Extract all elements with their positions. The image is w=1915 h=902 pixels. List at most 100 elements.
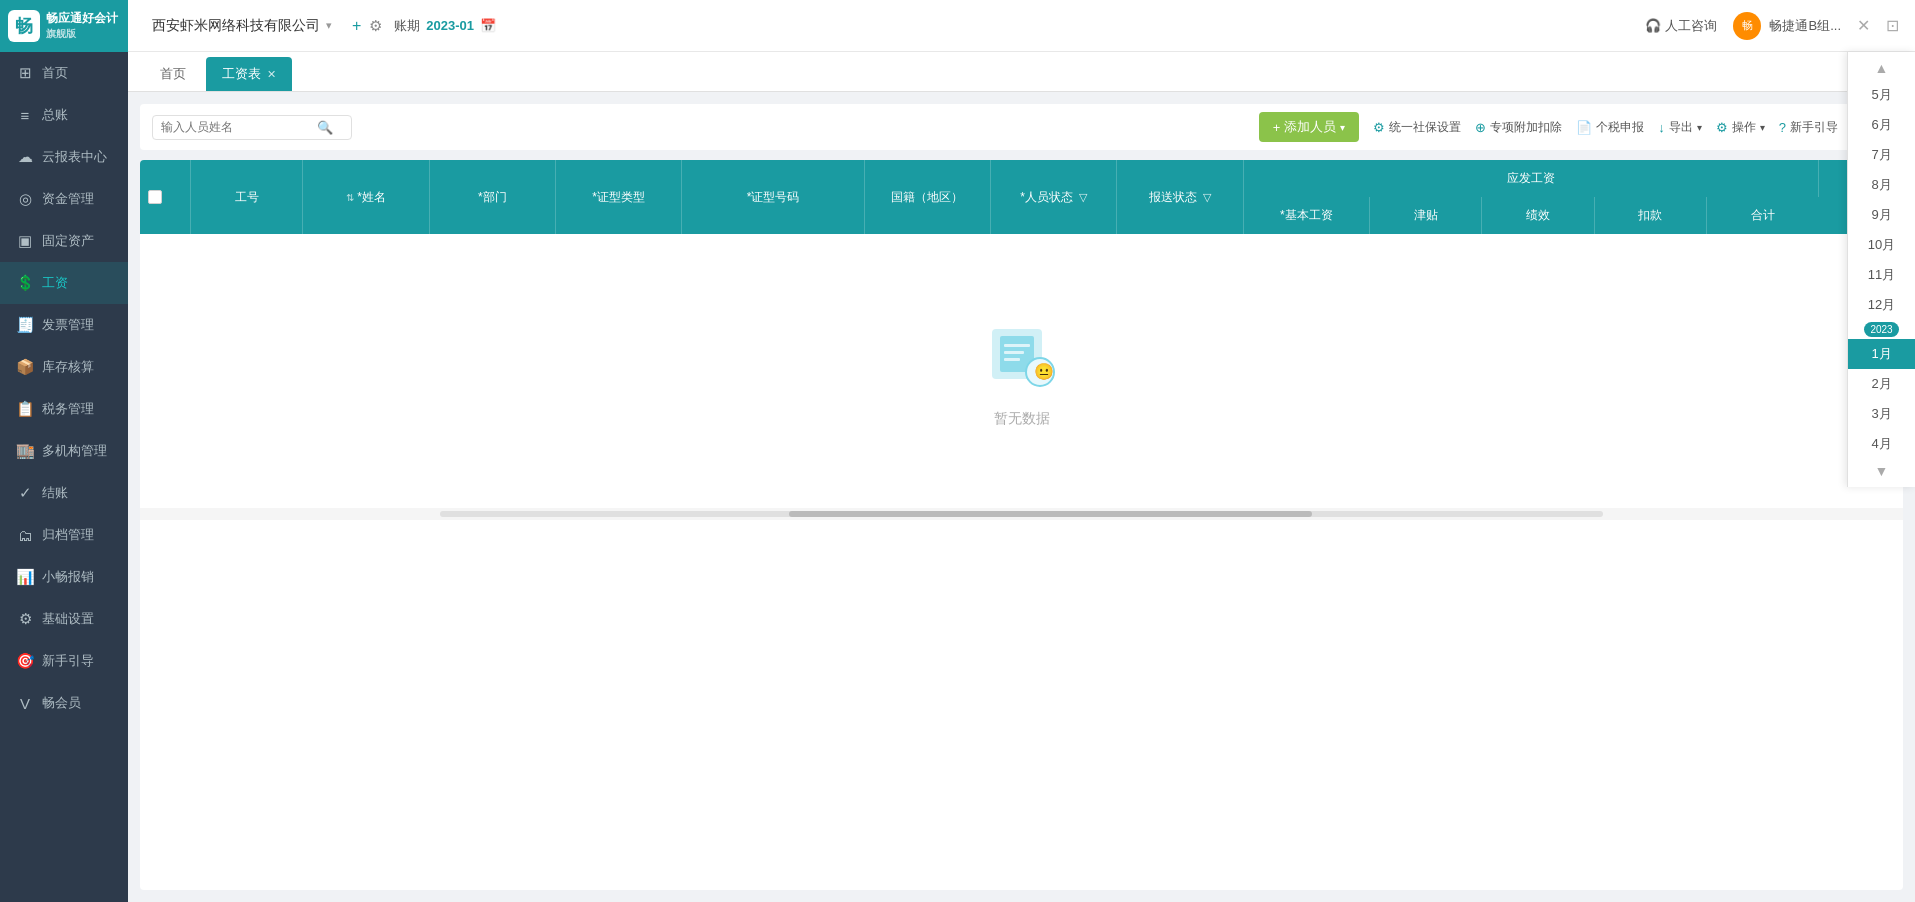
th-id-number: *证型号码 <box>682 160 864 234</box>
select-all-checkbox[interactable] <box>148 190 162 204</box>
calendar-icon[interactable]: 📅 <box>480 18 496 33</box>
date-month-5[interactable]: 5月 <box>1848 80 1915 110</box>
date-month-2[interactable]: 2月 <box>1848 369 1915 399</box>
horizontal-scrollbar[interactable] <box>140 508 1903 520</box>
sidebar-item-fund[interactable]: ◎ 资金管理 <box>0 178 128 220</box>
export-btn[interactable]: ↓ 导出 ▾ <box>1658 119 1702 136</box>
tab-close-icon[interactable]: ✕ <box>267 68 276 81</box>
salary-table: 工号 ⇅ *姓名 *部门 *证型类型 *证型号码 <box>140 160 1903 508</box>
add-person-button[interactable]: + 添加人员 ▾ <box>1259 112 1360 142</box>
salary-table-wrapper: 工号 ⇅ *姓名 *部门 *证型类型 *证型号码 <box>140 160 1903 890</box>
tab-home[interactable]: 首页 <box>144 57 202 91</box>
topbar-right: 🎧 人工咨询 畅 畅捷通B组... ✕ ⊡ <box>1645 12 1899 40</box>
support-btn[interactable]: 🎧 人工咨询 <box>1645 17 1717 35</box>
th-report-status: 报送状态 ▽ <box>1117 160 1243 234</box>
logo-icon: 畅 <box>8 10 40 42</box>
date-month-6[interactable]: 6月 <box>1848 110 1915 140</box>
home-icon: ⊞ <box>16 64 34 82</box>
sidebar-item-ledger[interactable]: ≡ 总账 <box>0 94 128 136</box>
sidebar-item-settings[interactable]: ⚙ 基础设置 <box>0 598 128 640</box>
svg-text:😐: 😐 <box>1034 362 1054 381</box>
guide-icon: 🎯 <box>16 652 34 670</box>
close-window-btn[interactable]: ✕ <box>1857 16 1870 35</box>
add-company-icon[interactable]: + <box>352 17 361 35</box>
empty-icon: 😐 <box>982 314 1062 394</box>
plus-circle-icon: ⊕ <box>1475 120 1486 135</box>
sidebar-item-fixed-assets[interactable]: ▣ 固定资产 <box>0 220 128 262</box>
fund-icon: ◎ <box>16 190 34 208</box>
company-name: 西安虾米网络科技有限公司 <box>152 17 320 35</box>
th-base-salary: *基本工资 <box>1243 197 1369 234</box>
date-month-11[interactable]: 11月 <box>1848 260 1915 290</box>
th-nationality: 国籍（地区） <box>864 160 990 234</box>
maximize-window-btn[interactable]: ⊡ <box>1886 16 1899 35</box>
tab-home-label: 首页 <box>160 65 186 83</box>
date-month-3[interactable]: 3月 <box>1848 399 1915 429</box>
empty-text: 暂无数据 <box>994 410 1050 428</box>
user-area: 畅 畅捷通B组... <box>1733 12 1841 40</box>
date-month-12[interactable]: 12月 <box>1848 290 1915 320</box>
th-id-type: *证型类型 <box>555 160 681 234</box>
sidebar-item-tax[interactable]: 📋 税务管理 <box>0 388 128 430</box>
th-employee-id: 工号 <box>191 160 303 234</box>
sidebar-item-inventory[interactable]: 📦 库存核算 <box>0 346 128 388</box>
company-selector[interactable]: 西安虾米网络科技有限公司 ▾ <box>144 13 340 39</box>
tax-report-btn[interactable]: 📄 个税申报 <box>1576 119 1644 136</box>
sidebar-item-salary[interactable]: 💲 工资 <box>0 262 128 304</box>
app-logo: 畅 畅应通好会计 旗舰版 <box>0 0 128 52</box>
sidebar-item-invoice[interactable]: 🧾 发票管理 <box>0 304 128 346</box>
search-input[interactable] <box>161 120 311 134</box>
toolbar-right: + 添加人员 ▾ ⚙ 统一社保设置 ⊕ 专项附加扣除 📄 个税申报 ↓ <box>1259 112 1891 142</box>
sort-icon: ⇅ <box>346 192 354 203</box>
social-security-btn[interactable]: ⚙ 统一社保设置 <box>1373 119 1461 136</box>
membership-icon: V <box>16 695 34 712</box>
settings-company-icon[interactable]: ⚙ <box>369 17 382 35</box>
scrollbar-thumb[interactable] <box>789 511 1312 517</box>
logo-text: 畅应通好会计 旗舰版 <box>46 11 118 41</box>
search-box[interactable]: 🔍 <box>152 115 352 140</box>
salary-icon: 💲 <box>16 274 34 292</box>
multi-org-icon: 🏬 <box>16 442 34 460</box>
operations-btn[interactable]: ⚙ 操作 ▾ <box>1716 119 1765 136</box>
date-month-4[interactable]: 4月 <box>1848 429 1915 459</box>
inventory-icon: 📦 <box>16 358 34 376</box>
cloud-icon: ☁ <box>16 148 34 166</box>
sidebar-item-expense[interactable]: 📊 小畅报销 <box>0 556 128 598</box>
ledger-icon: ≡ <box>16 107 34 124</box>
special-deduction-btn[interactable]: ⊕ 专项附加扣除 <box>1475 119 1562 136</box>
sidebar-item-archive[interactable]: 🗂 归档管理 <box>0 514 128 556</box>
th-performance: 绩效 <box>1482 197 1594 234</box>
checkmark-icon: ✓ <box>16 484 34 502</box>
sidebar-item-guide[interactable]: 🎯 新手引导 <box>0 640 128 682</box>
tax-icon: 📋 <box>16 400 34 418</box>
date-month-7[interactable]: 7月 <box>1848 140 1915 170</box>
sidebar-item-home[interactable]: ⊞ 首页 <box>0 52 128 94</box>
th-payable-wages-group: 应发工资 <box>1243 160 1818 197</box>
salary-toolbar: 🔍 + 添加人员 ▾ ⚙ 统一社保设置 ⊕ 专项附加扣除 📄 <box>140 104 1903 150</box>
date-nav-up[interactable]: ▲ <box>1875 56 1889 80</box>
status-filter-icon[interactable]: ▽ <box>1079 191 1087 203</box>
chevron-down-icon: ▾ <box>326 19 332 32</box>
date-month-10[interactable]: 10月 <box>1848 230 1915 260</box>
th-checkbox[interactable] <box>140 160 191 234</box>
th-person-status: *人员状态 ▽ <box>991 160 1117 234</box>
date-nav-down[interactable]: ▼ <box>1875 459 1889 483</box>
svg-rect-2 <box>1004 344 1030 347</box>
sidebar-item-membership[interactable]: V 畅会员 <box>0 682 128 724</box>
dropdown-icon: ▾ <box>1340 122 1345 133</box>
sidebar-item-cloud-report[interactable]: ☁ 云报表中心 <box>0 136 128 178</box>
period-display: 账期 2023-01 📅 <box>394 17 496 35</box>
sidebar-item-close-period[interactable]: ✓ 结账 <box>0 472 128 514</box>
tab-salary[interactable]: 工资表 ✕ <box>206 57 292 91</box>
date-month-8[interactable]: 8月 <box>1848 170 1915 200</box>
period-value: 2023-01 <box>426 18 474 33</box>
date-month-9[interactable]: 9月 <box>1848 200 1915 230</box>
archive-icon: 🗂 <box>16 527 34 544</box>
report-filter-icon[interactable]: ▽ <box>1203 191 1211 203</box>
date-month-1[interactable]: 1月 <box>1848 339 1915 369</box>
settings-icon: ⚙ <box>16 610 34 628</box>
year-badge: 2023 <box>1864 322 1898 337</box>
topbar: 西安虾米网络科技有限公司 ▾ + ⚙ 账期 2023-01 📅 🎧 人工咨询 畅… <box>128 0 1915 52</box>
sidebar-item-multi-org[interactable]: 🏬 多机构管理 <box>0 430 128 472</box>
guide-btn[interactable]: ? 新手引导 <box>1779 119 1838 136</box>
